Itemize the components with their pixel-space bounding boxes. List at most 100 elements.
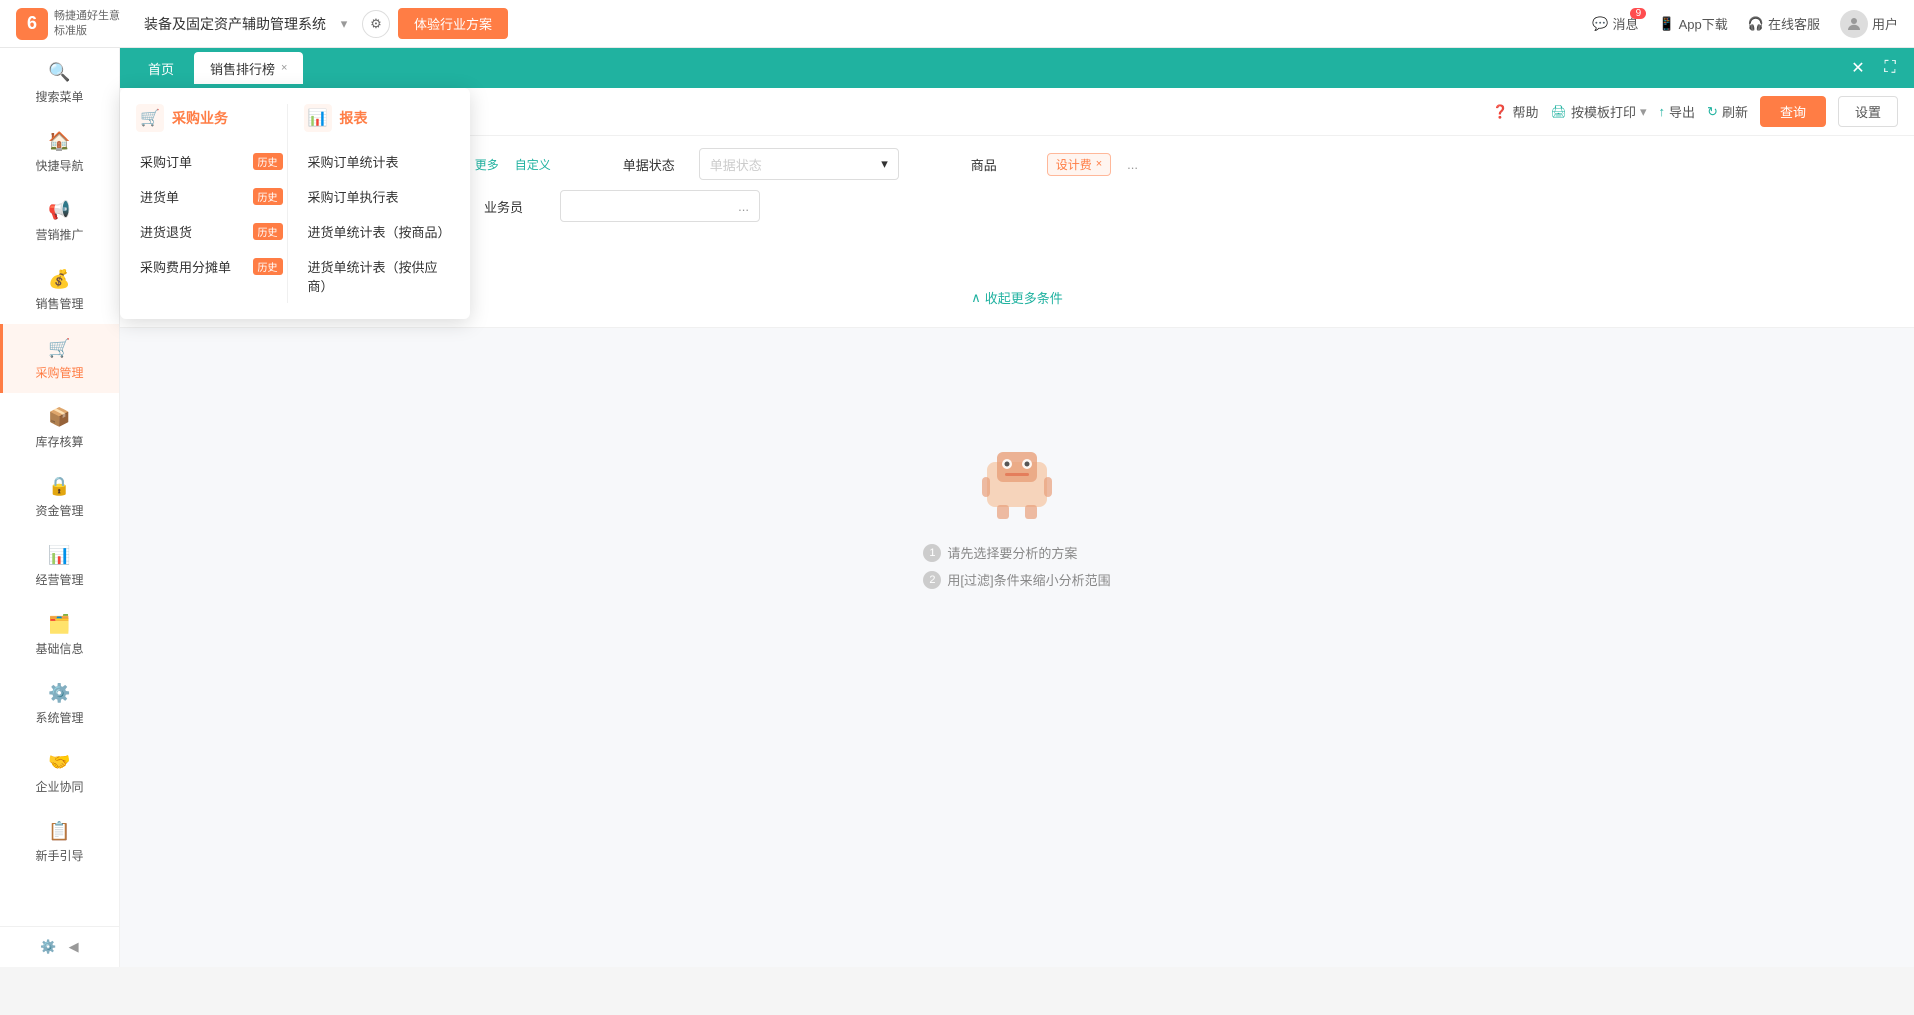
dropdown-item-po-exec[interactable]: 采购订单执行表	[304, 179, 455, 214]
empty-illustration	[967, 427, 1067, 527]
dropdown-item-purchase-order[interactable]: 采购订单 历史	[136, 144, 287, 179]
tab-bar: 首页 销售排行榜 × ✕ ⛶	[120, 48, 1914, 88]
empty-state: 1 请先选择要分析的方案 2 用[过滤]条件来缩小分析范围	[120, 328, 1914, 688]
empty-tip-2: 2 用[过滤]条件来缩小分析范围	[923, 570, 1110, 589]
tab-fullscreen-icon[interactable]: ⛶	[1878, 56, 1902, 80]
history-badge-stock-in: 历史	[253, 188, 283, 205]
purchase-header-icon: 🛒	[136, 104, 164, 132]
inventory-icon: 📦	[48, 405, 72, 429]
print-icon: 🖨	[1550, 104, 1567, 120]
basic-info-icon: 🗂️	[48, 612, 72, 636]
tab-sales-ranking[interactable]: 销售排行榜 ×	[194, 52, 303, 84]
message-icon: 💬	[1592, 16, 1608, 32]
export-btn[interactable]: ↑ 导出	[1659, 102, 1696, 121]
settings-icon[interactable]: ⚙	[362, 10, 390, 38]
logo-text: 畅捷通好生意 标准版	[54, 9, 120, 38]
history-badge-purchase-order: 历史	[253, 153, 283, 170]
tab-bar-right: ✕ ⛶	[1846, 56, 1902, 80]
product-tag-close[interactable]: ×	[1096, 158, 1102, 170]
sidebar-item-search[interactable]: 🔍 搜索菜单	[0, 48, 119, 117]
dropdown-item-stock-in[interactable]: 进货单 历史	[136, 179, 287, 214]
dropdown-purchase-header: 🛒 采购业务	[136, 104, 287, 132]
sidebar-item-system[interactable]: ⚙️ 系统管理	[0, 669, 119, 738]
sidebar-item-operations[interactable]: 📊 经营管理	[0, 531, 119, 600]
system-icon: ⚙️	[48, 681, 72, 705]
date-custom[interactable]: 自定义	[515, 156, 551, 173]
app-download-btn[interactable]: 📱 App下载	[1658, 14, 1727, 33]
topbar: 6 畅捷通好生意 标准版 装备及固定资产辅助管理系统 ▾ ⚙ 体验行业方案 💬 …	[0, 0, 1914, 48]
doc-status-label: 单据状态	[623, 155, 683, 174]
query-button[interactable]: 查询	[1760, 96, 1826, 127]
empty-tips: 1 请先选择要分析的方案 2 用[过滤]条件来缩小分析范围	[923, 543, 1110, 589]
sidebar-item-purchase[interactable]: 🛒 采购管理	[0, 324, 119, 393]
sidebar-item-inventory[interactable]: 📦 库存核算	[0, 393, 119, 462]
purchase-icon: 🛒	[48, 336, 72, 360]
tab-window-close-icon[interactable]: ✕	[1846, 56, 1870, 80]
dropdown-menu: 🛒 采购业务 采购订单 历史 进货单 历史 进货退货 历史 采购费用分摊单 历史	[120, 88, 470, 319]
refresh-btn[interactable]: ↻ 刷新	[1707, 102, 1748, 121]
active-indicator	[0, 324, 3, 393]
tab-close-icon[interactable]: ×	[281, 62, 287, 74]
sidebar-item-guide[interactable]: 📋 新手引导	[0, 807, 119, 876]
dropdown-item-stock-stat-product[interactable]: 进货单统计表（按商品）	[304, 214, 455, 249]
tip-num-2: 2	[923, 571, 941, 589]
logo: 6 畅捷通好生意 标准版	[16, 8, 136, 40]
topbar-right: 💬 消息 9 📱 App下载 🎧 在线客服 用户	[1592, 10, 1898, 38]
bottom-settings-icon[interactable]: ⚙️	[40, 939, 56, 955]
salesperson-more[interactable]: ...	[738, 199, 749, 214]
doc-status-dropdown-icon: ▾	[881, 156, 888, 172]
sidebar-bottom: ⚙️ ◀	[0, 926, 119, 967]
dropdown-report-header: 📊 报表	[304, 104, 455, 132]
refresh-icon: ↻	[1707, 104, 1718, 120]
tip-num-1: 1	[923, 544, 941, 562]
doc-status-select[interactable]: 单据状态 ▾	[699, 148, 899, 180]
dropdown-columns: 🛒 采购业务 采购订单 历史 进货单 历史 进货退货 历史 采购费用分摊单 历史	[136, 104, 454, 303]
history-badge-stock-return: 历史	[253, 223, 283, 240]
phone-icon: 📱	[1658, 16, 1674, 32]
avatar	[1840, 10, 1868, 38]
collapse-btn[interactable]: ∧ 收起更多条件	[971, 280, 1063, 315]
sidebar-item-quick-nav[interactable]: 🏠 快捷导航	[0, 117, 119, 186]
salesperson-select[interactable]: ...	[560, 190, 760, 222]
dropdown-item-stock-return[interactable]: 进货退货 历史	[136, 214, 287, 249]
sidebar-item-sales[interactable]: 💰 销售管理	[0, 255, 119, 324]
print-dropdown-icon[interactable]: ▾	[1640, 104, 1647, 120]
sidebar-item-basic-info[interactable]: 🗂️ 基础信息	[0, 600, 119, 669]
headset-icon: 🎧	[1748, 16, 1764, 32]
dropdown-item-stock-stat-supplier[interactable]: 进货单统计表（按供应商）	[304, 249, 455, 303]
user-menu[interactable]: 用户	[1840, 10, 1898, 38]
system-title: 装备及固定资产辅助管理系统	[144, 14, 326, 34]
cooperation-icon: 🤝	[48, 750, 72, 774]
dropdown-report-col: 📊 报表 采购订单统计表 采购订单执行表 进货单统计表（按商品） 进货单统计表（…	[287, 104, 455, 303]
dropdown-item-purchase-expense[interactable]: 采购费用分摊单 历史	[136, 249, 287, 284]
industry-btn[interactable]: 体验行业方案	[398, 8, 508, 39]
print-btn[interactable]: 🖨 按模板打印 ▾	[1550, 102, 1646, 121]
help-btn[interactable]: ❓ 帮助	[1492, 102, 1538, 121]
export-icon: ↑	[1659, 104, 1666, 119]
sidebar-item-cooperation[interactable]: 🤝 企业协同	[0, 738, 119, 807]
settings-button[interactable]: 设置	[1838, 96, 1898, 127]
operations-icon: 📊	[48, 543, 72, 567]
product-more[interactable]: ...	[1127, 157, 1138, 172]
purchase-header-text: 采购业务	[172, 108, 228, 128]
empty-tip-1: 1 请先选择要分析的方案	[923, 543, 1110, 562]
dropdown-purchase-col: 🛒 采购业务 采购订单 历史 进货单 历史 进货退货 历史 采购费用分摊单 历史	[136, 104, 287, 303]
sidebar-collapse-icon[interactable]: ◀	[69, 939, 79, 955]
dropdown-item-po-stat[interactable]: 采购订单统计表	[304, 144, 455, 179]
finance-icon: 🔒	[48, 474, 72, 498]
sidebar-item-finance[interactable]: 🔒 资金管理	[0, 462, 119, 531]
search-icon: 🔍	[48, 60, 72, 84]
date-more[interactable]: 更多	[475, 156, 499, 173]
online-service-btn[interactable]: 🎧 在线客服	[1748, 14, 1820, 33]
notification-count: 9	[1630, 8, 1646, 19]
notification-btn[interactable]: 💬 消息 9	[1592, 14, 1638, 33]
report-header-icon: 📊	[304, 104, 332, 132]
help-icon: ❓	[1492, 104, 1508, 120]
tab-home[interactable]: 首页	[132, 52, 190, 84]
guide-icon: 📋	[48, 819, 72, 843]
marketing-icon: 📢	[48, 198, 72, 222]
system-title-dropdown[interactable]: ▾	[334, 14, 354, 34]
product-label: 商品	[971, 155, 1031, 174]
logo-icon: 6	[16, 8, 48, 40]
sidebar-item-marketing[interactable]: 📢 营销推广	[0, 186, 119, 255]
